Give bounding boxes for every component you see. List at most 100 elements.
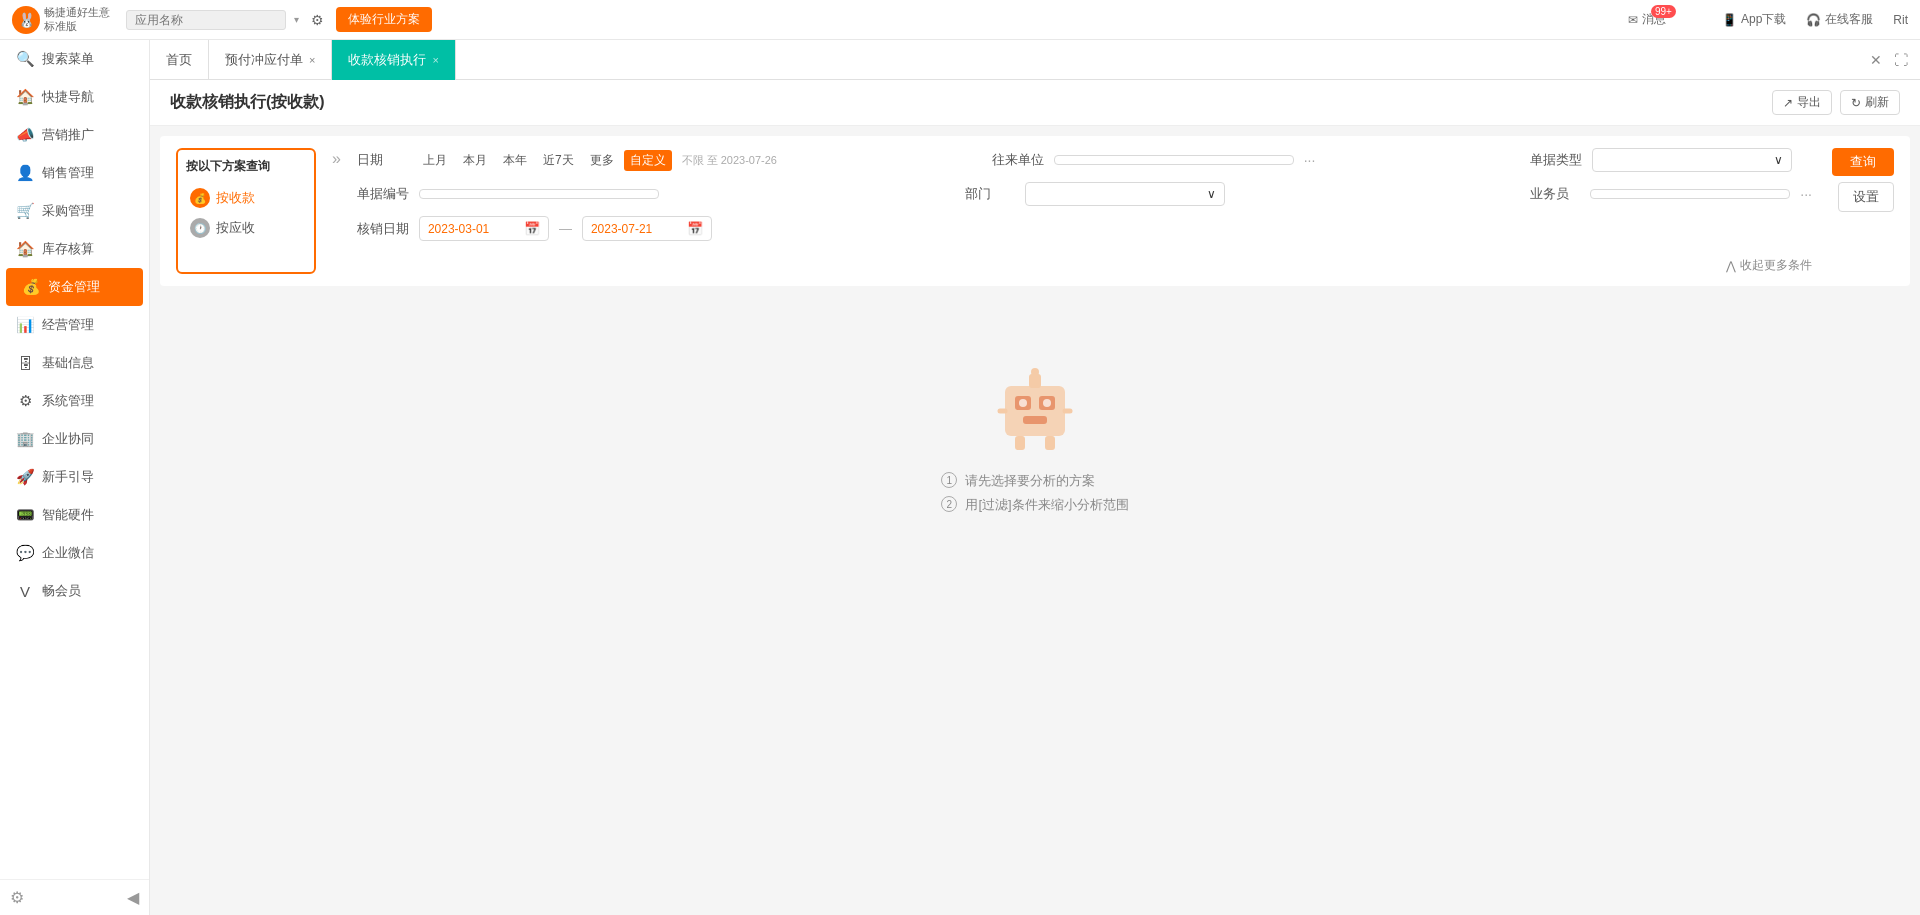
date-btn-this-month[interactable]: 本月	[457, 150, 493, 171]
sidebar-item-operation[interactable]: 📊 经营管理	[0, 306, 149, 344]
filter-option-by-receipt[interactable]: 💰 按收款	[186, 183, 306, 213]
home-icon: 🏠	[16, 88, 34, 106]
sidebar-item-label: 搜索菜单	[42, 50, 94, 68]
page-header-actions: ↗ 导出 ↻ 刷新	[1772, 90, 1900, 115]
cancel-date-end-input[interactable]: 2023-07-21 📅	[582, 216, 712, 241]
date-btn-7days[interactable]: 近7天	[537, 150, 580, 171]
tab-collection[interactable]: 收款核销执行 ×	[332, 40, 455, 80]
message-badge: 99+	[1651, 5, 1676, 18]
sidebar-collapse-button[interactable]: ◀	[127, 888, 139, 907]
sidebar: 🔍 搜索菜单 🏠 快捷导航 📣 营销推广 👤 销售管理 🛒 采购管理 🏠 库存核…	[0, 40, 150, 915]
svg-point-4	[1019, 399, 1027, 407]
sidebar-bottom: ⚙ ◀	[0, 879, 149, 915]
app-download-button[interactable]: 📱 App下载	[1722, 11, 1786, 28]
receipt-icon: 💰	[190, 188, 210, 208]
sidebar-item-member[interactable]: V 畅会员	[0, 572, 149, 610]
search-icon: 🔍	[16, 50, 34, 68]
svg-point-7	[1031, 368, 1039, 376]
page-header: 收款核销执行(按收款) ↗ 导出 ↻ 刷新	[150, 80, 1920, 126]
sidebar-item-label: 经营管理	[42, 316, 94, 334]
export-button[interactable]: ↗ 导出	[1772, 90, 1832, 115]
business-dots[interactable]: ···	[1800, 186, 1812, 202]
settings-icon[interactable]: ⚙	[311, 12, 324, 28]
industry-solution-button[interactable]: 体验行业方案	[336, 7, 432, 32]
voucher-input[interactable]	[419, 189, 659, 199]
date-btn-custom[interactable]: 自定义	[624, 150, 672, 171]
content-area: 首页 预付冲应付单 × 收款核销执行 × ✕ ⛶ 收款核销执行(按收款)	[150, 40, 1920, 915]
sidebar-item-search[interactable]: 🔍 搜索菜单	[0, 40, 149, 78]
by-receipt-label: 按收款	[216, 189, 255, 207]
sidebar-item-wechat[interactable]: 💬 企业微信	[0, 534, 149, 572]
tab-prepay-close[interactable]: ×	[309, 54, 315, 66]
sidebar-item-label: 畅会员	[42, 582, 81, 600]
empty-illustration	[985, 356, 1085, 456]
marketing-icon: 📣	[16, 126, 34, 144]
query-button[interactable]: 查询	[1832, 148, 1894, 176]
tab-collection-label: 收款核销执行	[348, 51, 426, 69]
filter-form: 日期 上月 本月 本年 近7天 更多 自定义 不限 至 2023-07-26 往…	[357, 148, 1812, 274]
refresh-button[interactable]: ↻ 刷新	[1840, 90, 1900, 115]
sidebar-item-purchase[interactable]: 🛒 采购管理	[0, 192, 149, 230]
business-input[interactable]	[1590, 189, 1790, 199]
tab-home-label: 首页	[166, 51, 192, 69]
sidebar-item-hardware[interactable]: 📟 智能硬件	[0, 496, 149, 534]
online-service-button[interactable]: 🎧 在线客服	[1806, 11, 1873, 28]
filter-row-2: 单据编号 部门 ∨ 业务员 ···	[357, 182, 1812, 206]
svg-rect-6	[1029, 374, 1041, 388]
sidebar-item-enterprise[interactable]: 🏢 企业协同	[0, 420, 149, 458]
business-label: 业务员	[1530, 185, 1580, 203]
collapse-up-icon: ⋀	[1726, 259, 1736, 273]
sidebar-item-finance[interactable]: 💰 资金管理	[6, 268, 143, 306]
sidebar-item-guide[interactable]: 🚀 新手引导	[0, 458, 149, 496]
sidebar-item-system[interactable]: ⚙ 系统管理	[0, 382, 149, 420]
date-label: 日期	[357, 151, 407, 169]
date-btn-more[interactable]: 更多	[584, 150, 620, 171]
sidebar-item-marketing[interactable]: 📣 营销推广	[0, 116, 149, 154]
system-icon: ⚙	[16, 392, 34, 410]
sidebar-item-sales[interactable]: 👤 销售管理	[0, 154, 149, 192]
svg-rect-10	[1015, 436, 1025, 450]
voucher-label: 单据编号	[357, 185, 409, 203]
filter-actions: 查询 设置	[1822, 148, 1894, 274]
date-btn-last-month[interactable]: 上月	[417, 150, 453, 171]
collapse-more-button[interactable]: ⋀ 收起更多条件	[1726, 257, 1812, 274]
tab-collection-close[interactable]: ×	[432, 54, 438, 66]
dept-chevron-down-icon: ∨	[1207, 187, 1216, 201]
export-icon: ↗	[1783, 96, 1793, 110]
sidebar-item-label: 智能硬件	[42, 506, 94, 524]
sidebar-item-label: 基础信息	[42, 354, 94, 372]
app-search-input[interactable]	[126, 10, 286, 30]
partner-dots[interactable]: ···	[1304, 152, 1316, 168]
svg-rect-11	[1045, 436, 1055, 450]
tab-bar: 首页 预付冲应付单 × 收款核销执行 × ✕ ⛶	[150, 40, 1920, 80]
doc-type-select[interactable]: ∨	[1592, 148, 1792, 172]
window-close-button[interactable]: ✕	[1866, 48, 1886, 72]
page-content: 收款核销执行(按收款) ↗ 导出 ↻ 刷新 按以下方案查询	[150, 80, 1920, 915]
date-range-text: 不限 至 2023-07-26	[682, 153, 777, 168]
tip-1-text: 请先选择要分析的方案	[965, 472, 1095, 490]
user-name: Rit	[1893, 13, 1908, 27]
partner-input[interactable]	[1054, 155, 1294, 165]
filter-option-by-receivable[interactable]: 🕐 按应收	[186, 213, 306, 243]
window-expand-button[interactable]: ⛶	[1890, 48, 1912, 72]
message-button[interactable]: ✉ 消息 99+	[1628, 11, 1666, 28]
department-select[interactable]: ∨	[1025, 182, 1225, 206]
tip-2-number: 2	[941, 496, 957, 512]
sidebar-settings-icon[interactable]: ⚙	[10, 888, 24, 907]
cancel-date-start-input[interactable]: 2023-03-01 📅	[419, 216, 549, 241]
department-label: 部门	[965, 185, 1015, 203]
svg-point-5	[1043, 399, 1051, 407]
brand-text: 畅捷通好生意 标准版	[44, 6, 110, 32]
settings-button[interactable]: 设置	[1838, 182, 1894, 212]
tab-prepay[interactable]: 预付冲应付单 ×	[209, 40, 332, 80]
app-dropdown-icon[interactable]: ▾	[294, 14, 299, 25]
empty-tips: 1 请先选择要分析的方案 2 用[过滤]条件来缩小分析范围	[941, 472, 1128, 514]
sidebar-item-inventory[interactable]: 🏠 库存核算	[0, 230, 149, 268]
sidebar-item-basic[interactable]: 🗄 基础信息	[0, 344, 149, 382]
date-btn-this-year[interactable]: 本年	[497, 150, 533, 171]
filter-row-1: 日期 上月 本月 本年 近7天 更多 自定义 不限 至 2023-07-26 往…	[357, 148, 1812, 172]
sidebar-item-shortcut[interactable]: 🏠 快捷导航	[0, 78, 149, 116]
filter-collapse-button[interactable]: »	[326, 150, 347, 168]
empty-tip-2: 2 用[过滤]条件来缩小分析范围	[941, 496, 1128, 514]
tab-home[interactable]: 首页	[150, 40, 209, 80]
